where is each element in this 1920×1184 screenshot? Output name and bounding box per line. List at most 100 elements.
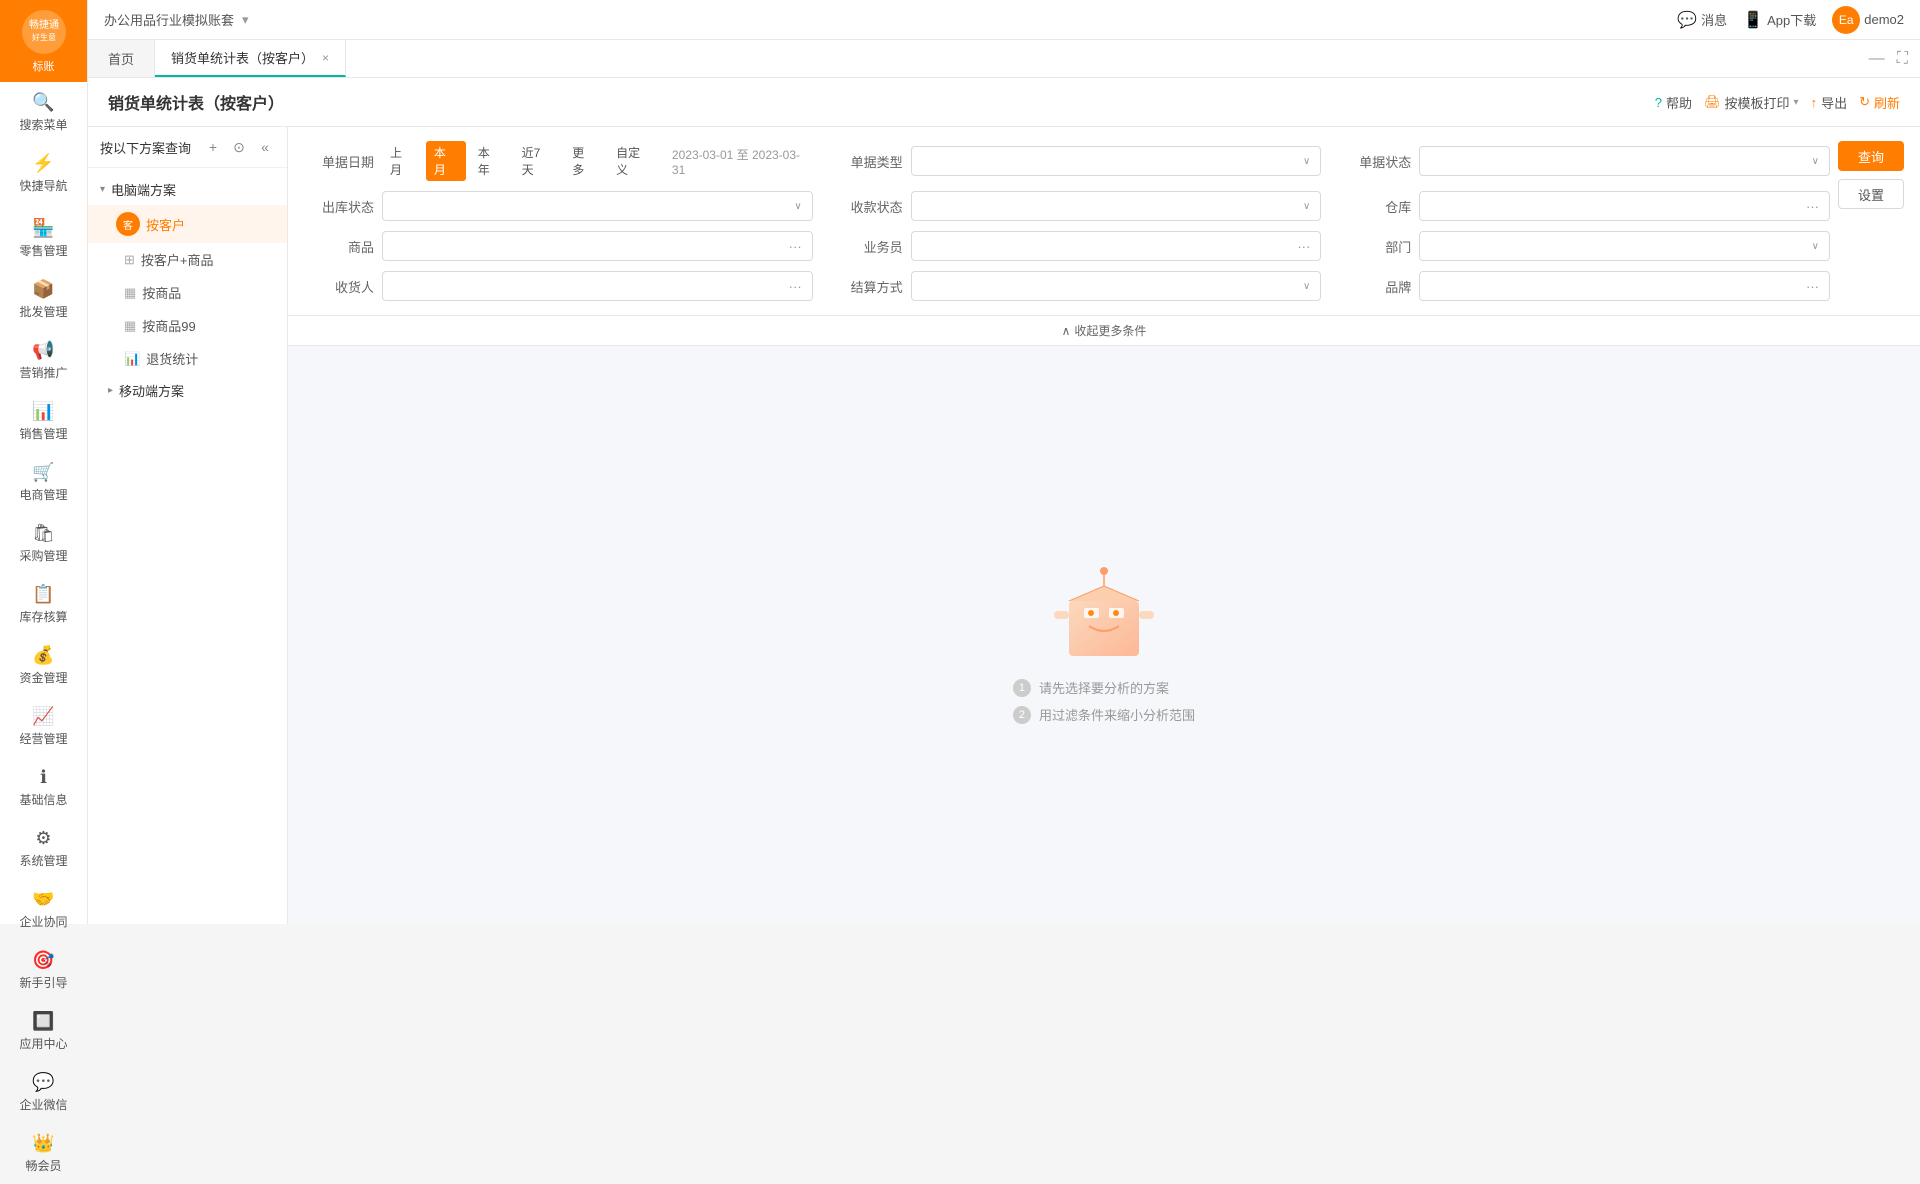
- sidebar-item-label: 搜索菜单: [19, 116, 67, 133]
- mobile-group-arrow: ▸: [108, 385, 113, 396]
- delivery-select[interactable]: ∨: [382, 191, 813, 221]
- goods-input[interactable]: ···: [382, 231, 813, 261]
- settings-button[interactable]: 设置: [1838, 179, 1904, 209]
- sidebar-item-finance[interactable]: 💰 资金管理: [0, 635, 87, 696]
- date-tabs: 上月 本月 本年 近7天 更多 自定义 2023-03-01 至 2023-03…: [382, 141, 813, 181]
- tree-mobile-group-header[interactable]: ▸ 移动端方案: [88, 375, 287, 406]
- date-tab-custom[interactable]: 自定义: [608, 141, 660, 181]
- panel-header-icons: + ⊙ «: [203, 137, 275, 157]
- sidebar-item-basics[interactable]: ℹ 基础信息: [0, 757, 87, 818]
- sidebar-item-sales[interactable]: 📊 销售管理: [0, 391, 87, 452]
- date-filter-label: 单据日期: [304, 152, 374, 171]
- right-panel: 单据日期 上月 本月 本年 近7天 更多 自定义 2023-03-01 至 20…: [288, 127, 1920, 924]
- sidebar-item-ecommerce[interactable]: 🛒 电商管理: [0, 452, 87, 513]
- date-tab-more[interactable]: 更多: [564, 141, 604, 181]
- operations-icon: 📈: [32, 706, 54, 727]
- receiver-input[interactable]: ···: [382, 271, 813, 301]
- print-dropdown-icon: ▾: [1794, 97, 1799, 108]
- sidebar-item-wholesale[interactable]: 📦 批发管理: [0, 269, 87, 330]
- sidebar-item-purchase[interactable]: 🛍 采购管理: [0, 513, 87, 574]
- sidebar-item-quick-nav[interactable]: ⚡ 快捷导航: [0, 143, 87, 204]
- message-icon: 💬: [1677, 10, 1697, 30]
- tab-active[interactable]: 销货单统计表（按客户） ×: [155, 40, 346, 77]
- brand-cell: 品牌 ···: [1321, 271, 1830, 301]
- order-status-cell: 单据状态 ∨: [1321, 146, 1830, 176]
- sidebar-item-marketing[interactable]: 📢 营销推广: [0, 330, 87, 391]
- sidebar-item-retail[interactable]: 🏪 零售管理: [0, 208, 87, 269]
- top-bar-right: 💬 消息 📱 App下载 Ea demo2: [1677, 6, 1904, 34]
- dept-select[interactable]: ∨: [1419, 231, 1830, 261]
- refresh-label: 刷新: [1874, 93, 1900, 112]
- date-tab-last-month[interactable]: 上月: [382, 141, 422, 181]
- wechat-icon: 💬: [32, 1072, 54, 1093]
- delivery-label: 出库状态: [304, 197, 374, 216]
- sidebar-item-search[interactable]: 🔍 搜索菜单: [0, 82, 87, 143]
- date-tab-7days[interactable]: 近7天: [514, 141, 561, 181]
- tree-item-by-goods[interactable]: ▦ 按商品: [88, 276, 287, 309]
- date-tab-this-year[interactable]: 本年: [470, 141, 510, 181]
- user-area[interactable]: Ea demo2: [1832, 6, 1904, 34]
- collapse-panel-btn[interactable]: «: [255, 137, 275, 157]
- collapse-bar[interactable]: ∧ 收起更多条件: [288, 316, 1920, 346]
- scheme-settings-btn[interactable]: ⊙: [229, 137, 249, 157]
- payment-method-cell: 结算方式 ∨: [813, 271, 1322, 301]
- payment-method-label: 结算方式: [833, 277, 903, 296]
- export-btn[interactable]: ↑ 导出: [1811, 93, 1848, 112]
- add-scheme-btn[interactable]: +: [203, 137, 223, 157]
- minimize-tab-btn[interactable]: —: [1869, 50, 1885, 68]
- sidebar-item-inventory[interactable]: 📋 库存核算: [0, 574, 87, 635]
- sidebar-item-operations[interactable]: 📈 经营管理: [0, 696, 87, 757]
- inventory-icon: 📋: [32, 584, 54, 605]
- order-status-select[interactable]: ∨: [1419, 146, 1830, 176]
- svg-text:好生意: 好生意: [32, 32, 56, 42]
- hint-2-num: 2: [1013, 706, 1031, 724]
- payment-status-select[interactable]: ∨: [911, 191, 1322, 221]
- date-range-text: 2023-03-01 至 2023-03-31: [672, 146, 813, 177]
- sidebar-item-wechat[interactable]: 💬 企业微信: [0, 1062, 87, 1123]
- sidebar-item-vip[interactable]: 👑 畅会员: [0, 1123, 87, 1184]
- tree-desktop-group-header[interactable]: ▾ 电脑端方案: [88, 174, 287, 205]
- tree-item-return-stats[interactable]: 📊 退货统计: [88, 342, 287, 375]
- sidebar-item-label: 基础信息: [19, 791, 67, 808]
- refresh-btn[interactable]: ↻ 刷新: [1859, 93, 1900, 112]
- brand-input[interactable]: ···: [1419, 271, 1830, 301]
- app-download-btn[interactable]: 📱 App下载: [1743, 10, 1816, 30]
- panel-header-title: 按以下方案查询: [100, 138, 191, 157]
- staff-dots: ···: [1297, 239, 1310, 254]
- avatar: Ea: [1832, 6, 1860, 34]
- order-status-label: 单据状态: [1341, 152, 1411, 171]
- guide-icon: 🎯: [32, 950, 54, 971]
- order-type-select[interactable]: ∨: [911, 146, 1322, 176]
- warehouse-input[interactable]: ···: [1419, 191, 1830, 221]
- sidebar: 畅捷通 好生意 标账 🔍 搜索菜单 ⚡ 快捷导航 🏪 零售管理 📦 批发管理 📢…: [0, 0, 88, 924]
- empty-hint-2: 2 用过滤条件来缩小分析范围: [1013, 705, 1195, 724]
- collapse-icon: ∧: [1062, 324, 1071, 338]
- tree-item-by-goods99[interactable]: ▦ 按商品99: [88, 309, 287, 342]
- tree-item-customer-goods[interactable]: ⊞ 按客户+商品: [88, 243, 287, 276]
- goods-label: 商品: [304, 237, 374, 256]
- staff-label: 业务员: [833, 237, 903, 256]
- print-btn[interactable]: 🖨 按模板打印 ▾: [1704, 93, 1799, 112]
- payment-status-cell: 收款状态 ∨: [813, 191, 1322, 221]
- sidebar-item-guide[interactable]: 🎯 新手引导: [0, 940, 87, 1001]
- sidebar-item-system[interactable]: ⚙ 系统管理: [0, 818, 87, 879]
- logo-area[interactable]: 畅捷通 好生意 标账: [0, 0, 87, 82]
- dept-cell: 部门 ∨: [1321, 231, 1830, 261]
- system-icon: ⚙: [35, 828, 51, 849]
- staff-input[interactable]: ···: [911, 231, 1322, 261]
- query-button[interactable]: 查询: [1838, 141, 1904, 171]
- sidebar-item-collab[interactable]: 🤝 企业协同: [0, 879, 87, 940]
- payment-method-select[interactable]: ∨: [911, 271, 1322, 301]
- tree-item-by-customer[interactable]: 客 按客户: [88, 205, 287, 243]
- tab-close-btn[interactable]: ×: [322, 51, 329, 65]
- sidebar-item-appcenter[interactable]: 🔲 应用中心: [0, 1001, 87, 1062]
- basics-icon: ℹ: [40, 767, 47, 788]
- tab-home[interactable]: 首页: [88, 40, 155, 77]
- industry-dropdown-icon[interactable]: ▾: [242, 12, 249, 28]
- help-btn[interactable]: ? 帮助: [1655, 93, 1692, 112]
- vip-icon: 👑: [32, 1133, 54, 1154]
- message-btn[interactable]: 💬 消息: [1677, 10, 1727, 30]
- print-icon: 🖨: [1704, 94, 1721, 110]
- date-tab-this-month[interactable]: 本月: [426, 141, 466, 181]
- maximize-tab-btn[interactable]: ⛶: [1897, 50, 1908, 68]
